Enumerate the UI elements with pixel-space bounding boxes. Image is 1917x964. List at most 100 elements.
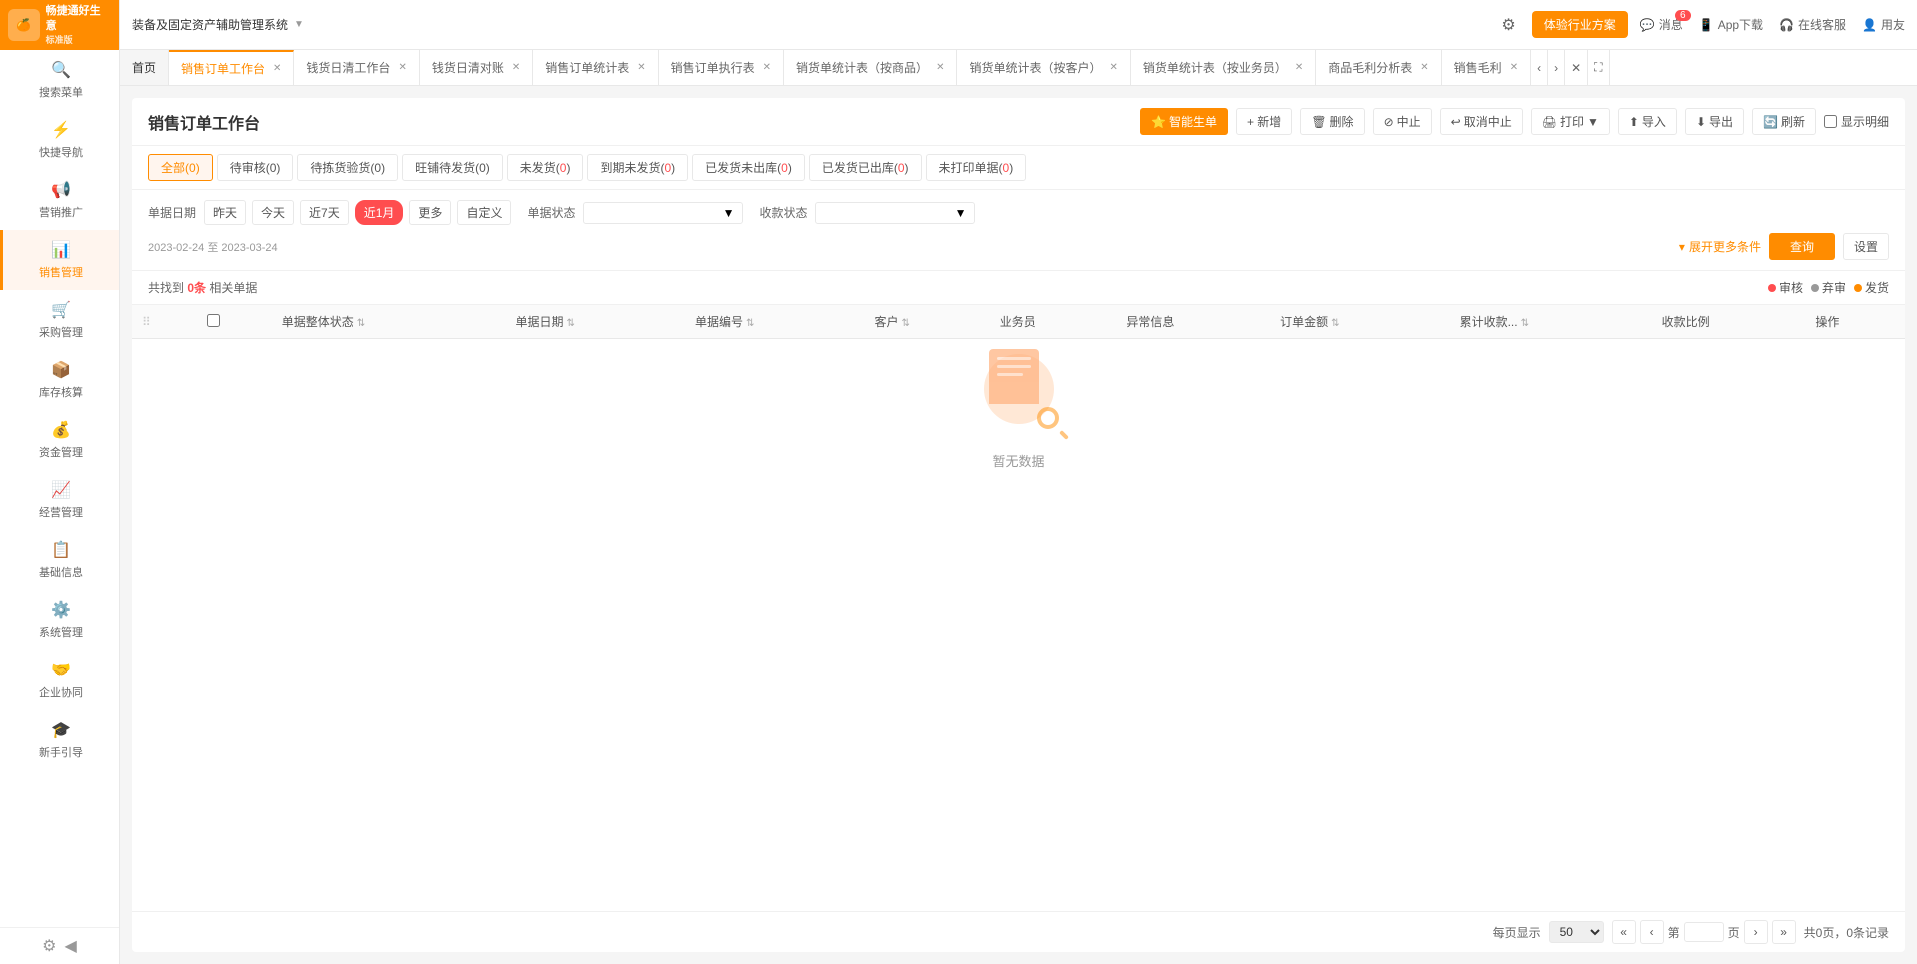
h-scrollbar[interactable] [132, 899, 1905, 911]
sidebar-item-sales[interactable]: 📊 销售管理 [0, 230, 119, 290]
payment-select[interactable]: ▼ [815, 202, 975, 224]
date-btn-今天[interactable]: 今天 [252, 200, 294, 225]
tab-nav-next[interactable]: › [1548, 50, 1565, 86]
filter-tab-all[interactable]: 全部(0) [148, 154, 213, 181]
tab-close-sales-stat-customer[interactable]: ✕ [1109, 62, 1117, 73]
tab-maximize-btn[interactable]: ⛶ [1588, 50, 1609, 86]
prev-page-btn[interactable]: ‹ [1640, 920, 1664, 944]
sidebar-item-cooperation[interactable]: 🤝 企业协同 [0, 650, 119, 710]
settings-icon[interactable]: ⚙ [42, 936, 56, 956]
tab-sales-profit[interactable]: 销售毛利 ✕ [1442, 50, 1531, 86]
sidebar-item-operation[interactable]: 📈 经营管理 [0, 470, 119, 530]
col-amount[interactable]: 订单金额⇅ [1270, 305, 1450, 339]
tab-sales-stat-goods[interactable]: 销货单统计表（按商品）✕ [784, 50, 957, 86]
cancel-review-action-btn[interactable]: 弃审 [1811, 279, 1846, 296]
tab-label-goods-margin: 商品毛利分析表 [1328, 59, 1412, 76]
col-customer[interactable]: 客户⇅ [864, 305, 989, 339]
col-collected[interactable]: 累计收款...⇅ [1450, 305, 1652, 339]
sidebar-item-guide[interactable]: 🎓 新手引导 [0, 710, 119, 770]
settings-filter-btn[interactable]: 设置 [1843, 233, 1889, 260]
refresh-btn[interactable]: 🔄 刷新 [1752, 108, 1816, 135]
search-btn[interactable]: 查询 [1769, 233, 1835, 260]
tab-close-sales-profit[interactable]: ✕ [1510, 62, 1518, 73]
filter-tab-overdue-not-shipped[interactable]: 到期未发货(0) [587, 154, 688, 181]
select-all-checkbox[interactable] [207, 314, 220, 327]
message-item[interactable]: 💬 消息 6 [1640, 16, 1683, 33]
sidebar-item-purchase[interactable]: 🛒 采购管理 [0, 290, 119, 350]
page-size-select[interactable]: 102050100 [1549, 921, 1604, 943]
delete-btn[interactable]: 🗑 删除 [1300, 108, 1364, 135]
tab-close-goods-margin[interactable]: ✕ [1420, 62, 1428, 73]
tab-sales-stats[interactable]: 销售订单统计表✕ [533, 50, 658, 86]
filter-tab-wangpu-pending[interactable]: 旺铺待发货(0) [402, 154, 503, 181]
gear-icon[interactable]: ⚙ [1501, 15, 1515, 35]
tab-label-sales-profit: 销售毛利 [1454, 59, 1502, 76]
export-btn[interactable]: ⬇ 导出 [1685, 108, 1744, 135]
tab-close-all-btn[interactable]: ✕ [1565, 50, 1588, 86]
filter-tab-shipped-out[interactable]: 已发货已出库(0) [809, 154, 922, 181]
date-btn-更多[interactable]: 更多 [409, 200, 451, 225]
tab-close-sales-stat-goods[interactable]: ✕ [936, 62, 944, 73]
message-icon: 💬 [1640, 18, 1655, 32]
user-item[interactable]: 👤 用友 [1862, 16, 1905, 33]
tab-daily-reconcile[interactable]: 钱货日清对账✕ [420, 50, 533, 86]
sidebar-item-inventory[interactable]: 📦 库存核算 [0, 350, 119, 410]
online-service-item[interactable]: 🎧 在线客服 [1779, 16, 1846, 33]
tab-close-sales-workbench[interactable]: ✕ [273, 63, 281, 74]
sidebar-item-system[interactable]: ⚙️ 系统管理 [0, 590, 119, 650]
suspend-btn[interactable]: ⊘ 中止 [1373, 108, 1432, 135]
tab-nav-prev[interactable]: ‹ [1531, 50, 1548, 86]
dropdown-arrow-icon[interactable]: ▼ [294, 19, 304, 30]
tab-close-sales-exec[interactable]: ✕ [763, 62, 771, 73]
add-btn[interactable]: + 新增 [1236, 108, 1292, 135]
tab-home[interactable]: 首页 [120, 50, 169, 86]
app-download-item[interactable]: 📱 App下载 [1699, 16, 1763, 33]
tab-sales-stat-staff[interactable]: 销货单统计表（按业务员）✕ [1131, 50, 1316, 86]
collapse-icon[interactable]: ◀ [65, 936, 77, 956]
tab-close-sales-stats[interactable]: ✕ [637, 62, 645, 73]
first-page-btn[interactable]: « [1612, 920, 1636, 944]
sidebar-item-search[interactable]: 🔍 搜索菜单 [0, 50, 119, 110]
date-btn-近1月[interactable]: 近1月 [355, 200, 404, 225]
expand-icon: ▾ [1679, 240, 1685, 254]
filter-tab-shipped-not-out[interactable]: 已发货未出库(0) [692, 154, 805, 181]
review-action-btn[interactable]: 审核 [1768, 279, 1803, 296]
filter-tab-pending-review[interactable]: 待审核(0) [217, 154, 294, 181]
sidebar-item-basic[interactable]: 📋 基础信息 [0, 530, 119, 590]
tab-close-daily-reconcile[interactable]: ✕ [512, 62, 520, 73]
tab-sales-workbench[interactable]: 销售订单工作台✕ [169, 50, 294, 86]
date-btn-昨天[interactable]: 昨天 [204, 200, 246, 225]
import-btn[interactable]: ⬆ 导入 [1618, 108, 1677, 135]
date-btn-自定义[interactable]: 自定义 [457, 200, 511, 225]
next-page-btn[interactable]: › [1744, 920, 1768, 944]
cancel-suspend-btn[interactable]: ↩ 取消中止 [1440, 108, 1523, 135]
smart-create-btn[interactable]: ⭐ 智能生单 [1140, 108, 1228, 135]
col-number[interactable]: 单据编号⇅ [685, 305, 865, 339]
tab-daily-cash[interactable]: 钱货日清工作台✕ [294, 50, 419, 86]
print-btn[interactable]: 🖨 打印 ▼ [1531, 108, 1610, 135]
industry-btn[interactable]: 体验行业方案 [1532, 11, 1628, 38]
tab-sales-stat-customer[interactable]: 销货单统计表（按客户）✕ [957, 50, 1130, 86]
table-scroll[interactable]: ⠿单据整体状态⇅单据日期⇅单据编号⇅客户⇅业务员异常信息订单金额⇅累计收款...… [132, 305, 1905, 899]
filter-tab-not-printed[interactable]: 未打印单据(0) [926, 154, 1027, 181]
filter-tab-not-shipped[interactable]: 未发货(0) [507, 154, 584, 181]
page-label: 第 [1668, 924, 1680, 941]
tab-goods-margin[interactable]: 商品毛利分析表 ✕ [1316, 50, 1441, 86]
ship-action-btn[interactable]: 发货 [1854, 279, 1889, 296]
show-detail-checkbox[interactable]: 显示明细 [1824, 113, 1889, 130]
show-detail-input[interactable] [1824, 115, 1837, 128]
tab-close-daily-cash[interactable]: ✕ [398, 62, 406, 73]
tab-sales-exec[interactable]: 销售订单执行表✕ [659, 50, 784, 86]
col-date[interactable]: 单据日期⇅ [505, 305, 685, 339]
expand-btn[interactable]: ▾ 展开更多条件 [1679, 238, 1761, 255]
last-page-btn[interactable]: » [1772, 920, 1796, 944]
date-btn-近7天[interactable]: 近7天 [300, 200, 349, 225]
tab-close-sales-stat-staff[interactable]: ✕ [1295, 62, 1303, 73]
col-status[interactable]: 单据整体状态⇅ [272, 305, 506, 339]
sidebar-item-quick-nav[interactable]: ⚡ 快捷导航 [0, 110, 119, 170]
filter-tab-pending-inspect[interactable]: 待拣货验货(0) [297, 154, 398, 181]
status-select[interactable]: ▼ [583, 202, 743, 224]
sidebar-item-marketing[interactable]: 📢 营销推广 [0, 170, 119, 230]
page-input[interactable]: 1 [1684, 922, 1724, 942]
sidebar-item-finance[interactable]: 💰 资金管理 [0, 410, 119, 470]
